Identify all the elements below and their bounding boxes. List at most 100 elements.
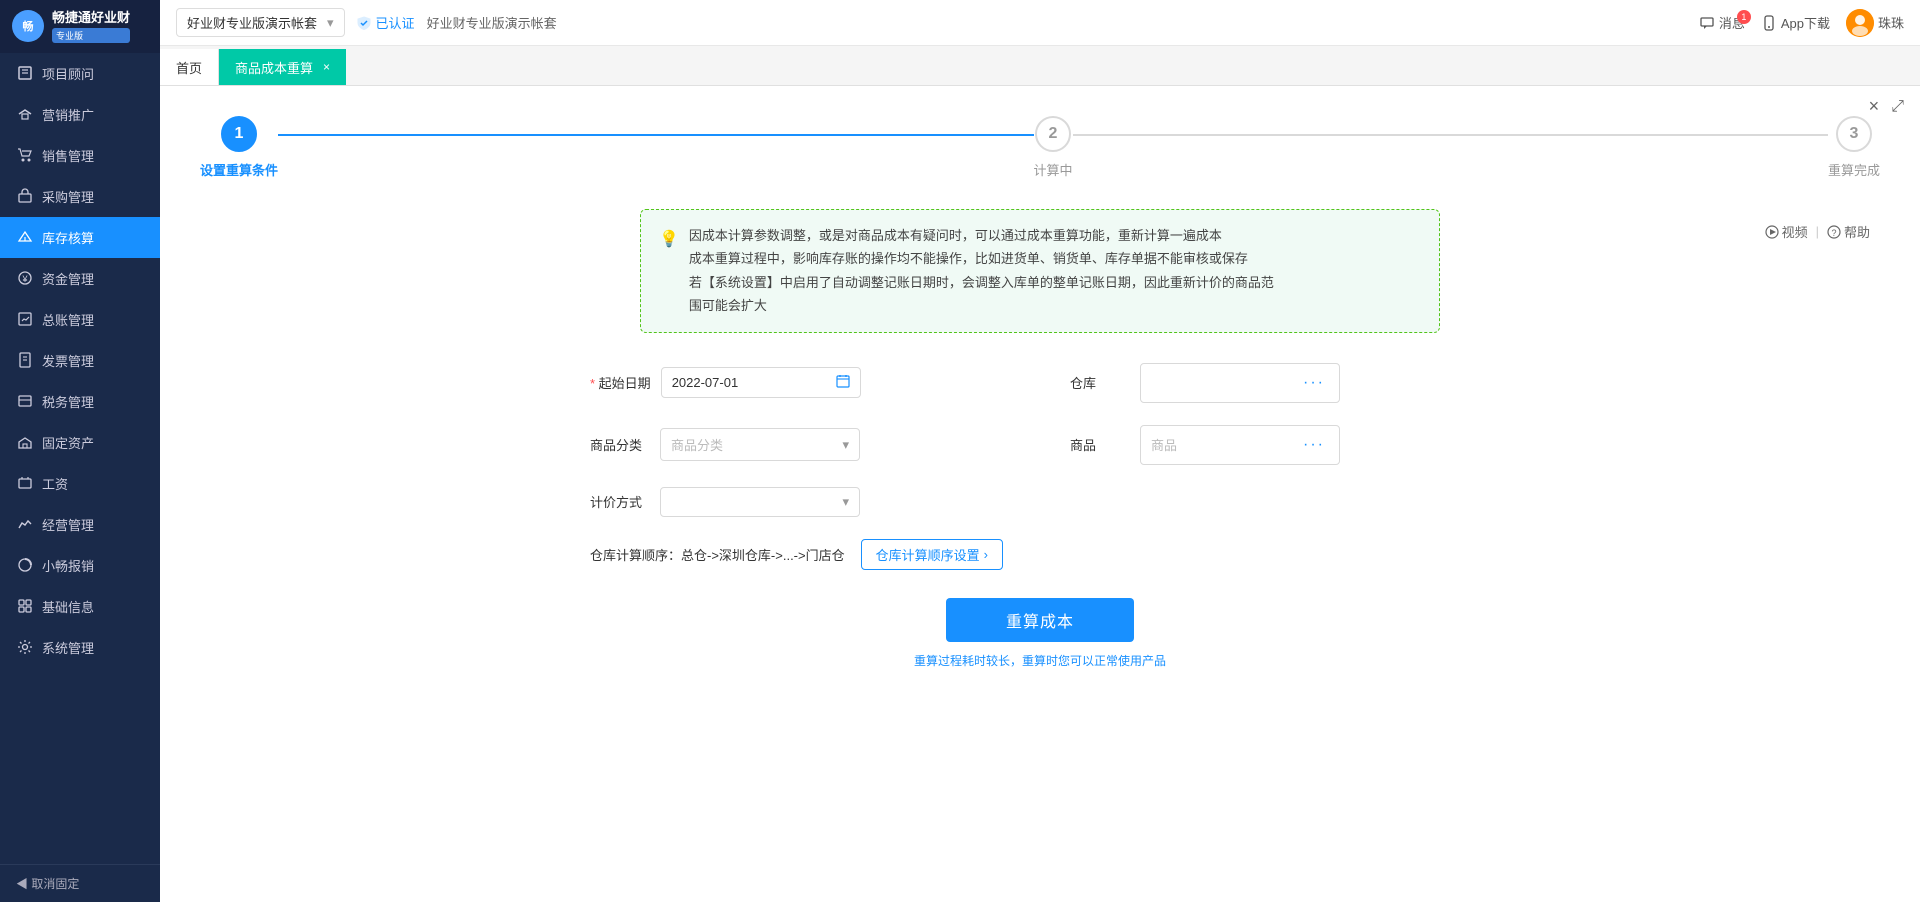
sidebar-label-project: 项目顾问 xyxy=(42,64,94,83)
sidebar-item-invoice[interactable]: 发票管理 xyxy=(0,340,160,381)
sidebar-label-finance: 资金管理 xyxy=(42,269,94,288)
category-select[interactable]: 商品分类 ▾ xyxy=(660,428,860,461)
sidebar-item-operation[interactable]: 经营管理 xyxy=(0,504,160,545)
sidebar-item-assets[interactable]: 固定资产 xyxy=(0,422,160,463)
play-icon xyxy=(1765,225,1779,239)
svg-text:畅: 畅 xyxy=(23,19,34,33)
sidebar-item-project[interactable]: 项目顾问 xyxy=(0,53,160,94)
account-name: 好业财专业版演示帐套 xyxy=(187,13,317,32)
svg-text:¥: ¥ xyxy=(21,274,28,284)
product-dots: ··· xyxy=(1299,432,1329,458)
tab-home[interactable]: 首页 xyxy=(160,49,219,85)
sidebar-item-purchase[interactable]: 采购管理 xyxy=(0,176,160,217)
divider: | xyxy=(1816,224,1819,239)
tab-home-label: 首页 xyxy=(176,58,202,77)
product-input[interactable]: 商品 ··· xyxy=(1140,425,1340,465)
category-arrow-icon: ▾ xyxy=(842,437,849,453)
sidebar: 畅 畅捷通好业财 专业版 项目顾问 营销推广 销售管理 xyxy=(0,0,160,902)
pricing-label: 计价方式 xyxy=(590,492,650,511)
expense-icon xyxy=(16,556,34,574)
sidebar-label-sales: 销售管理 xyxy=(42,146,94,165)
pricing-select[interactable]: ▾ xyxy=(660,487,860,517)
sidebar-item-inventory[interactable]: 库存核算 xyxy=(0,217,160,258)
sidebar-item-marketing[interactable]: 营销推广 xyxy=(0,94,160,135)
step-circle-2: 2 xyxy=(1035,116,1071,152)
step-label-2: 计算中 xyxy=(1034,160,1073,179)
unpin-button[interactable]: ◀ 取消固定 xyxy=(0,864,160,902)
form-area: 起始日期 2022-07-01 仓库 ··· xyxy=(590,363,1490,669)
app-download-button[interactable]: App下载 xyxy=(1761,13,1830,32)
step-2: 2 计算中 xyxy=(1034,116,1073,179)
step-label-1: 设置重算条件 xyxy=(200,160,278,179)
tax-icon xyxy=(16,392,34,410)
submit-label: 重算成本 xyxy=(1006,614,1074,631)
main-area: 好业财专业版演示帐套 ▾ 已认证 好业财专业版演示帐套 消息 1 App下载 珠… xyxy=(160,0,1920,902)
start-date-label: 起始日期 xyxy=(590,373,651,392)
submit-hint: 重算过程耗时较长，重算时您可以正常使用产品 xyxy=(590,652,1490,669)
info-box: 💡 因成本计算参数调整，或是对商品成本有疑问时，可以通过成本重算功能，重新计算一… xyxy=(640,209,1440,333)
step-circle-3: 3 xyxy=(1836,116,1872,152)
product-label: 商品 xyxy=(1070,435,1130,454)
sidebar-label-assets: 固定资产 xyxy=(42,433,94,452)
message-button[interactable]: 消息 1 xyxy=(1699,13,1745,32)
sidebar-item-salary[interactable]: 工资 xyxy=(0,463,160,504)
calendar-icon xyxy=(836,374,850,391)
sidebar-logo: 畅 畅捷通好业财 专业版 xyxy=(0,0,160,53)
phone-icon xyxy=(1761,15,1777,31)
sidebar-item-tax[interactable]: 税务管理 xyxy=(0,381,160,422)
finance-icon: ¥ xyxy=(16,269,34,287)
warehouse-order-arrow-icon: › xyxy=(984,547,988,562)
sidebar-nav: 项目顾问 营销推广 销售管理 采购管理 库存核算 xyxy=(0,53,160,864)
sidebar-item-sales[interactable]: 销售管理 xyxy=(0,135,160,176)
warehouse-field: 仓库 ··· xyxy=(1070,363,1490,403)
shield-icon xyxy=(357,16,371,30)
video-link[interactable]: 视频 xyxy=(1765,222,1808,241)
operation-icon xyxy=(16,515,34,533)
topbar-right: 消息 1 App下载 珠珠 xyxy=(1699,9,1904,37)
close-window-icon[interactable]: × xyxy=(1869,96,1880,117)
warehouse-order-btn-label: 仓库计算顺序设置 xyxy=(876,545,980,564)
sidebar-item-accounting[interactable]: 总账管理 xyxy=(0,299,160,340)
user-avatar-button[interactable]: 珠珠 xyxy=(1846,9,1904,37)
info-line-3: 若【系统设置】中启用了自动调整记账日期时，会调整入库单的整单记账日期，因此重新计… xyxy=(689,271,1274,294)
tab-close-icon[interactable]: × xyxy=(323,60,330,74)
warehouse-input[interactable]: ··· xyxy=(1140,363,1340,403)
submit-button[interactable]: 重算成本 xyxy=(946,598,1134,642)
warehouse-order-row: 仓库计算顺序：总仓->深圳仓库->...->门店仓 仓库计算顺序设置 › xyxy=(590,539,1490,570)
warehouse-label: 仓库 xyxy=(1070,373,1130,392)
expand-window-icon[interactable]: ⤢ xyxy=(1891,98,1904,116)
step-1: 1 设置重算条件 xyxy=(200,116,278,179)
sales-icon xyxy=(16,146,34,164)
app-logo-text: 畅捷通好业财 专业版 xyxy=(52,10,130,43)
tab-cost-recalc[interactable]: 商品成本重算 × xyxy=(219,49,346,85)
user-name: 珠珠 xyxy=(1878,13,1904,32)
sidebar-label-expense: 小畅报销 xyxy=(42,556,94,575)
user-avatar xyxy=(1846,9,1874,37)
sidebar-label-purchase: 采购管理 xyxy=(42,187,94,206)
help-link[interactable]: ? 帮助 xyxy=(1827,222,1870,241)
account-selector[interactable]: 好业财专业版演示帐套 ▾ xyxy=(176,8,345,37)
start-date-input[interactable]: 2022-07-01 xyxy=(661,367,861,398)
accounting-icon xyxy=(16,310,34,328)
verified-account-name: 好业财专业版演示帐套 xyxy=(427,13,557,32)
sidebar-label-accounting: 总账管理 xyxy=(42,310,94,329)
marketing-icon xyxy=(16,105,34,123)
step-circle-1: 1 xyxy=(221,116,257,152)
verified-badge: 已认证 xyxy=(357,13,415,32)
sidebar-item-expense[interactable]: 小畅报销 xyxy=(0,545,160,586)
info-line-1: 因成本计算参数调整，或是对商品成本有疑问时，可以通过成本重算功能，重新计算一遍成… xyxy=(689,224,1274,247)
warehouse-order-btn[interactable]: 仓库计算顺序设置 › xyxy=(861,539,1003,570)
basic-icon xyxy=(16,597,34,615)
sidebar-item-finance[interactable]: ¥ 资金管理 xyxy=(0,258,160,299)
project-icon xyxy=(16,64,34,82)
product-placeholder: 商品 xyxy=(1151,435,1177,454)
invoice-icon xyxy=(16,351,34,369)
help-links: 视频 | ? 帮助 xyxy=(1765,222,1870,241)
assets-icon xyxy=(16,433,34,451)
app-logo-icon: 畅 xyxy=(12,10,44,42)
sidebar-item-system[interactable]: 系统管理 xyxy=(0,627,160,668)
sidebar-item-basic[interactable]: 基础信息 xyxy=(0,586,160,627)
app-download-label: App下载 xyxy=(1781,13,1830,32)
unpin-label: ◀ 取消固定 xyxy=(16,875,79,892)
sidebar-label-basic: 基础信息 xyxy=(42,597,94,616)
